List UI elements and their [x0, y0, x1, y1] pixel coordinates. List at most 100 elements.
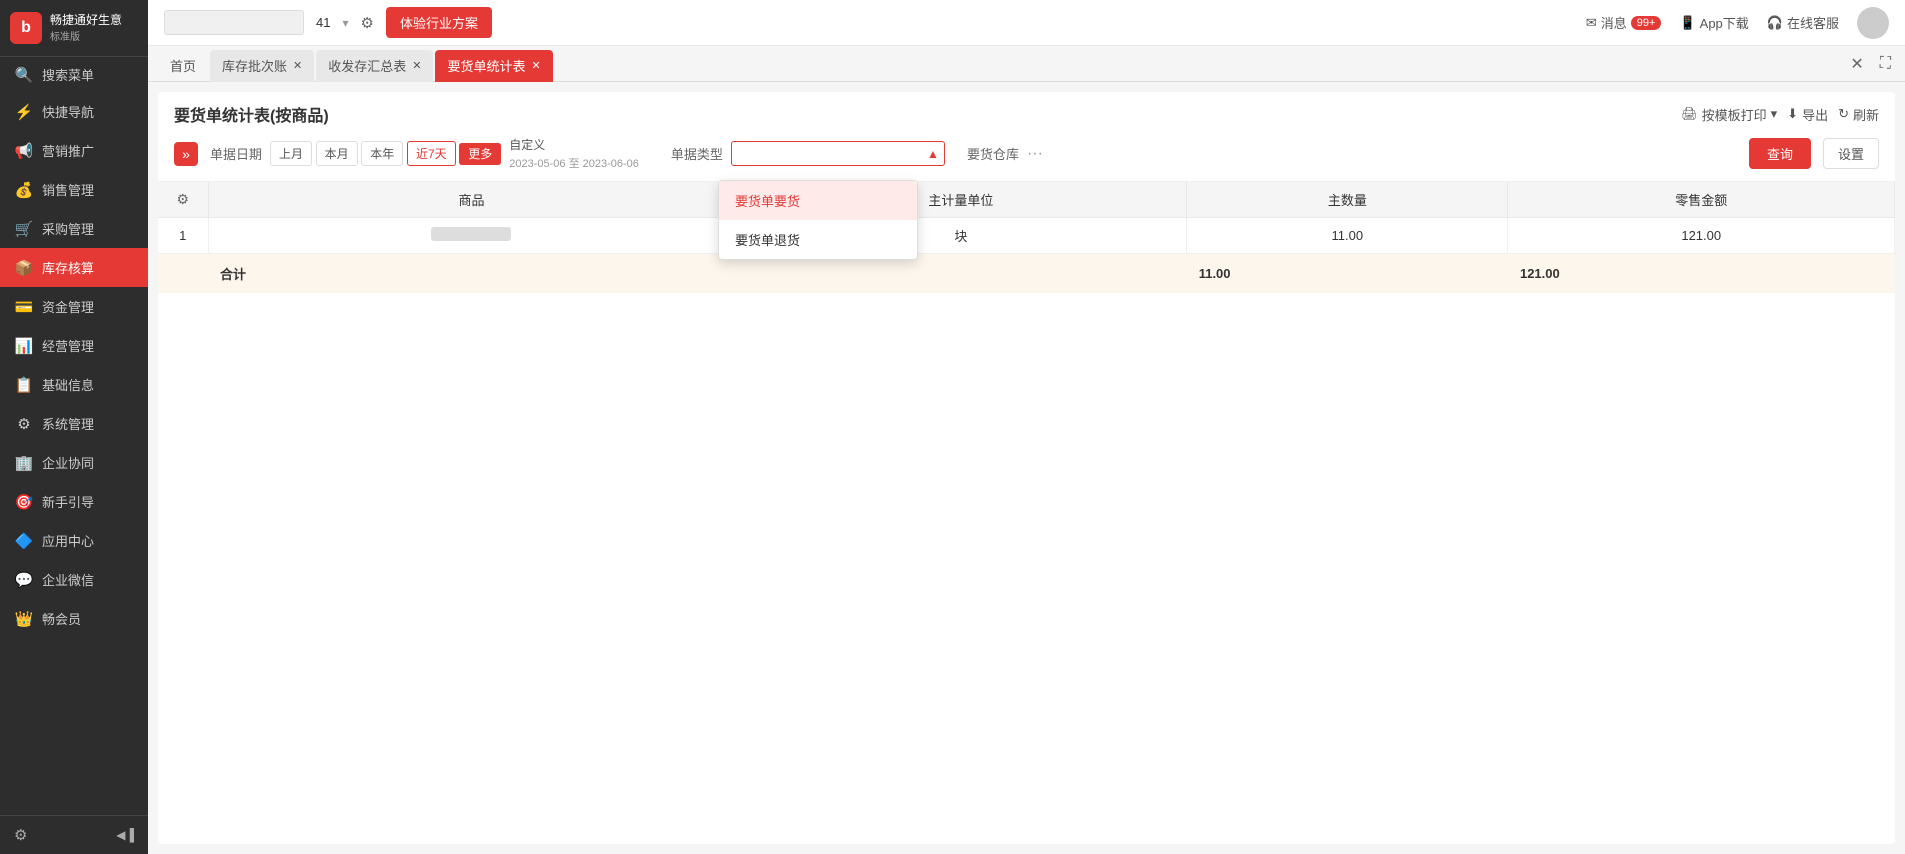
logo-icon: b — [10, 12, 42, 44]
collapse-icon[interactable]: ◀▐ — [116, 828, 134, 842]
settings-icon[interactable]: ⚙ — [14, 826, 27, 844]
date-more-badge[interactable]: 更多 — [459, 143, 501, 165]
sidebar-item-label: 畅会员 — [42, 609, 81, 628]
sidebar-item-basic[interactable]: 📋 基础信息 — [0, 365, 148, 404]
sidebar-item-sales[interactable]: 💰 销售管理 — [0, 170, 148, 209]
warehouse-input-wrap: ··· — [1027, 145, 1043, 163]
weixin-icon: 💬 — [14, 571, 34, 589]
total-row: 合计 11.00 121.00 — [158, 254, 1895, 294]
cell-amount: 121.00 — [1508, 218, 1895, 254]
inventory-icon: 📦 — [14, 259, 34, 277]
logo-text-block: 畅捷通好生意 标准版 — [50, 13, 122, 44]
date-btn-this-month[interactable]: 本月 — [316, 141, 358, 166]
type-label: 单据类型 — [671, 144, 723, 163]
dropdown-item-1[interactable]: 要货单退货 — [719, 220, 917, 259]
app-download-item[interactable]: 📱 App下载 — [1679, 13, 1748, 32]
date-btn-this-year[interactable]: 本年 — [361, 141, 403, 166]
page-content: 要货单统计表(按商品) 🖨 按模板打印 ▾ ⬇ 导出 ↻ 刷新 — [148, 82, 1905, 854]
tab-home[interactable]: 首页 — [158, 50, 208, 82]
total-amount: 121.00 — [1508, 254, 1895, 294]
sidebar-item-enterprise[interactable]: 🏢 企业协同 — [0, 443, 148, 482]
app-version: 标准版 — [50, 28, 122, 43]
dropdown-item-0[interactable]: 要货单要货 — [719, 181, 917, 220]
sidebar-item-weixin[interactable]: 💬 企业微信 — [0, 560, 148, 599]
sidebar-item-label: 资金管理 — [42, 297, 94, 316]
message-icon: ✉ — [1586, 15, 1597, 31]
type-dropdown-arrow[interactable]: ▲ — [927, 147, 939, 161]
date-range-text: 2023-05-06 至 2023-06-06 — [509, 155, 639, 171]
sidebar-item-quicknav[interactable]: ⚡ 快捷导航 — [0, 92, 148, 131]
sidebar-bottom: ⚙ ◀▐ — [0, 815, 148, 854]
apps-icon: 🔷 — [14, 532, 34, 550]
header-gear-icon[interactable]: ⚙ — [361, 14, 374, 32]
tab-inventory-batch[interactable]: 库存批次账 ✕ — [210, 50, 314, 82]
sidebar-item-label: 应用中心 — [42, 531, 94, 550]
top-header: 41 ▾ ⚙ 体验行业方案 ✉ 消息 99+ 📱 App下载 🎧 在线客服 — [148, 0, 1905, 46]
cell-qty: 11.00 — [1187, 218, 1508, 254]
sidebar-item-label: 搜索菜单 — [42, 65, 94, 84]
close-tab-icon[interactable]: ✕ — [1844, 52, 1869, 76]
sidebar-item-vip[interactable]: 👑 畅会员 — [0, 599, 148, 638]
type-dropdown-popup: 要货单要货 要货单退货 — [718, 180, 918, 260]
tab-requisition-summary-label: 要货单统计表 — [447, 56, 525, 75]
chevron-down-icon[interactable]: ▾ — [342, 16, 348, 30]
refresh-btn[interactable]: ↻ 刷新 — [1838, 105, 1879, 124]
app-download-label: App下载 — [1700, 13, 1749, 32]
date-btn-last-month[interactable]: 上月 — [270, 141, 312, 166]
tab-receive-summary-close[interactable]: ✕ — [412, 59, 421, 72]
sidebar-item-guide[interactable]: 🎯 新手引导 — [0, 482, 148, 521]
content-panel: 要货单统计表(按商品) 🖨 按模板打印 ▾ ⬇ 导出 ↻ 刷新 — [158, 92, 1895, 844]
col-settings-header[interactable]: ⚙ — [158, 182, 208, 218]
sidebar-item-search[interactable]: 🔍 搜索菜单 — [0, 57, 148, 92]
sidebar-item-label: 快捷导航 — [42, 102, 94, 121]
print-icon: 🖨 — [1681, 106, 1698, 122]
date-btn-7days[interactable]: 近7天 — [407, 141, 456, 166]
warehouse-dots[interactable]: ··· — [1027, 145, 1043, 163]
phone-icon: 📱 — [1679, 15, 1695, 31]
panel-header: 要货单统计表(按商品) 🖨 按模板打印 ▾ ⬇ 导出 ↻ 刷新 — [158, 92, 1895, 126]
date-label: 单据日期 — [210, 144, 262, 163]
date-custom-btn[interactable]: 自定义 — [509, 136, 639, 153]
tabs-bar: 首页 库存批次账 ✕ 收发存汇总表 ✕ 要货单统计表 ✕ ✕ ⛶ — [148, 46, 1905, 82]
sidebar-item-inventory[interactable]: 📦 库存核算 — [0, 248, 148, 287]
print-template-btn[interactable]: 🖨 按模板打印 ▾ — [1681, 105, 1777, 124]
industry-button[interactable]: 体验行业方案 — [386, 7, 492, 38]
col-amount-header: 零售金额 — [1508, 182, 1895, 218]
search-icon: 🔍 — [14, 66, 34, 84]
filter-bar: » 单据日期 上月 本月 本年 近7天 更多 自定义 2023-05-06 至 … — [158, 126, 1895, 182]
goods-blurred-text — [431, 227, 511, 241]
table-settings-icon[interactable]: ⚙ — [176, 191, 189, 207]
tab-receive-summary[interactable]: 收发存汇总表 ✕ — [316, 50, 433, 82]
page-title: 要货单统计表(按商品) — [174, 102, 329, 126]
sidebar-item-label: 采购管理 — [42, 219, 94, 238]
date-filter-section: 单据日期 上月 本月 本年 近7天 更多 自定义 2023-05-06 至 20… — [210, 136, 639, 171]
export-icon: ⬇ — [1787, 106, 1798, 122]
export-btn[interactable]: ⬇ 导出 — [1787, 105, 1828, 124]
expand-tab-icon[interactable]: ⛶ — [1874, 53, 1897, 75]
tab-inventory-batch-close[interactable]: ✕ — [293, 59, 302, 72]
sidebar-item-operations[interactable]: 📊 经营管理 — [0, 326, 148, 365]
sales-icon: 💰 — [14, 181, 34, 199]
support-item[interactable]: 🎧 在线客服 — [1767, 13, 1839, 32]
sidebar-item-label: 系统管理 — [42, 414, 94, 433]
sidebar-item-finance[interactable]: 💳 资金管理 — [0, 287, 148, 326]
col-qty-header: 主数量 — [1187, 182, 1508, 218]
sidebar-item-apps[interactable]: 🔷 应用中心 — [0, 521, 148, 560]
tab-requisition-summary-close[interactable]: ✕ — [532, 59, 541, 72]
query-button[interactable]: 查询 — [1749, 138, 1811, 169]
sidebar-item-system[interactable]: ⚙ 系统管理 — [0, 404, 148, 443]
app-name: 畅捷通好生意 — [50, 13, 122, 29]
filter-expand-button[interactable]: » — [174, 142, 198, 166]
support-icon: 🎧 — [1767, 15, 1783, 31]
tabs-bar-end: ✕ ⛶ — [1844, 52, 1905, 76]
tab-requisition-summary[interactable]: 要货单统计表 ✕ — [435, 50, 552, 82]
marketing-icon: 📢 — [14, 142, 34, 160]
set-button[interactable]: 设置 — [1823, 138, 1879, 169]
search-input[interactable] — [164, 10, 304, 35]
messages-item[interactable]: ✉ 消息 99+ — [1586, 13, 1662, 32]
total-qty: 11.00 — [1187, 254, 1508, 294]
type-input[interactable] — [731, 141, 945, 166]
sidebar-item-marketing[interactable]: 📢 营销推广 — [0, 131, 148, 170]
user-avatar[interactable] — [1857, 7, 1889, 39]
sidebar-item-purchase[interactable]: 🛒 采购管理 — [0, 209, 148, 248]
